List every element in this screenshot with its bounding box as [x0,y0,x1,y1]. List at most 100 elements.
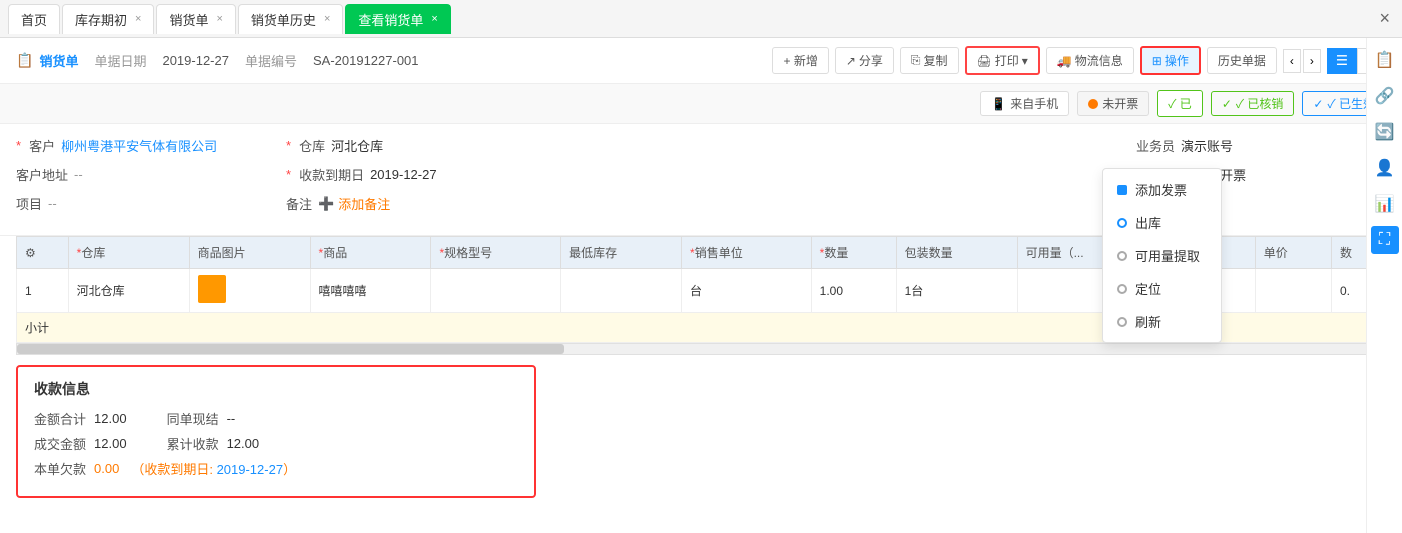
verified-badge: ✓ ✓ 已核销 [1211,91,1295,116]
effective-check: ✓ [1313,97,1323,111]
locate-label: 定位 [1135,279,1161,298]
cell-min-stock [561,269,682,313]
share-button[interactable]: ↗ 分享 [835,47,894,74]
cell-no: 1 [17,269,69,313]
phone-button[interactable]: 📱 来自手机 [980,91,1069,116]
customer-label: 客户 [29,136,55,155]
staff-value: 演示账号 [1181,136,1233,155]
tab-history[interactable]: 销货单历史 × [238,4,343,34]
right-sidebar: 📋 🔗 🔄 👤 📊 ⛶ [1366,38,1402,533]
customer-value[interactable]: 柳州粤港平安气体有限公司 [61,136,217,155]
invoice-label: 未开票 [1102,95,1138,112]
menu-refresh[interactable]: 刷新 [1103,305,1221,338]
addr-value: -- [74,167,83,182]
check-icon: ✓ [1222,97,1232,111]
tab-sales-close[interactable]: × [216,13,222,25]
tab-view-close[interactable]: × [431,13,437,25]
same-order-label: 同单现结 [167,409,219,428]
sidebar-doc-icon[interactable]: 📋 [1371,46,1399,74]
subtotal-label: 小计 [25,321,49,335]
add-note-button[interactable]: ➕ 添加备注 [318,194,390,213]
tab-inventory-close[interactable]: × [135,13,141,25]
new-button[interactable]: + 新增 [772,47,828,74]
menu-add-invoice[interactable]: 添加发票 [1103,173,1221,206]
sidebar-expand-icon[interactable]: ⛶ [1371,226,1399,254]
owed-label: 本单欠款 [34,459,86,478]
tab-home[interactable]: 首页 [8,4,60,34]
tab-inventory-label: 库存期初 [75,10,127,29]
sidebar-refresh-icon[interactable]: 🔄 [1371,118,1399,146]
main-content: 📋 销货单 单据日期 2019-12-27 单据编号 SA-20191227-0… [0,38,1402,533]
menu-outbound[interactable]: 出库 [1103,206,1221,239]
logistics-button[interactable]: 🚚 物流信息 [1046,47,1134,74]
tab-inventory[interactable]: 库存期初 × [62,4,154,34]
doc-meta: 单据日期 2019-12-27 单据编号 SA-20191227-001 [94,51,418,70]
col-img: 商品图片 [189,237,310,269]
addr-field: 客户地址 -- [16,165,266,184]
warehouse-label: 仓库 [299,136,325,155]
history-label: 历史单据 [1218,52,1266,69]
check-icon-btn[interactable]: ✓ 已 [1157,90,1203,117]
same-order-field: 同单现结 -- [167,409,236,428]
scroll-thumb[interactable] [17,344,564,354]
operation-label: 操作 [1165,52,1189,69]
tab-history-label: 销货单历史 [251,10,316,29]
window-close-button[interactable]: × [1375,4,1394,33]
payment-row-2: 成交金额 12.00 累计收款 12.00 [34,434,518,453]
list-view-button[interactable]: ☰ [1327,48,1357,74]
table-scrollbar[interactable] [16,343,1386,355]
locate-icon [1117,284,1127,294]
note-label: 备注 [286,194,312,213]
cell-warehouse: 河北仓库 [68,269,189,313]
cell-product: 嘻嘻嘻嘻 [310,269,431,313]
staff-label: 业务员 [1136,136,1175,155]
tab-view-label: 查看销货单 [358,10,423,29]
available-icon [1117,251,1127,261]
status-bar: 📱 来自手机 未开票 ✓ 已 ✓ ✓ 已核销 ✓ ✓ 已生效 [0,84,1402,124]
invoice-button[interactable]: 未开票 [1077,91,1149,116]
menu-available[interactable]: 可用量提取 [1103,239,1221,272]
verified-label: ✓ 已核销 [1236,95,1284,112]
tab-sales[interactable]: 销货单 × [156,4,235,34]
col-pack: 包装数量 [896,237,1017,269]
doc-header: 📋 销货单 单据日期 2019-12-27 单据编号 SA-20191227-0… [0,38,1402,84]
payment-row-1: 金额合计 12.00 同单现结 -- [34,409,518,428]
sidebar-user-icon[interactable]: 👤 [1371,154,1399,182]
refresh-icon [1117,317,1127,327]
sidebar-link-icon[interactable]: 🔗 [1371,82,1399,110]
history-button[interactable]: 历史单据 [1207,47,1277,74]
product-image [198,275,226,303]
operation-icon: ⊞ [1152,54,1162,68]
cumulative-label: 累计收款 [167,434,219,453]
outbound-label: 出库 [1135,213,1161,232]
dropdown-menu: 添加发票 出库 可用量提取 定位 刷新 [1102,168,1222,343]
doc-actions: + 新增 ↗ 分享 ⎘ 复制 🖨 打印 ▾ 🚚 物流信息 ⊞ 操作 [772,46,1386,75]
cumulative-field: 累计收款 12.00 [167,434,260,453]
prev-button[interactable]: ‹ [1283,49,1301,73]
col-min-stock: 最低库存 [561,237,682,269]
add-note-icon: ➕ [318,196,334,212]
cumulative-value: 12.00 [227,436,260,451]
deal-field: 成交金额 12.00 [34,434,127,453]
col-spec: *规格型号 [431,237,561,269]
note-field: 备注 ➕ 添加备注 [286,194,536,213]
due-label: 收款到期日 [299,165,364,184]
tab-bar: 首页 库存期初 × 销货单 × 销货单历史 × 查看销货单 × × [0,0,1402,38]
total-label: 金额合计 [34,409,86,428]
total-field: 金额合计 12.00 [34,409,127,428]
warehouse-required: * [286,138,291,153]
print-button[interactable]: 🖨 打印 ▾ [965,46,1040,75]
total-value: 12.00 [94,411,127,426]
col-warehouse: *仓库 [68,237,189,269]
copy-button[interactable]: ⎘ 复制 [900,47,959,74]
operation-button[interactable]: ⊞ 操作 [1140,46,1201,75]
settings-icon[interactable]: ⚙ [25,246,36,260]
invoice-status-dot [1088,99,1098,109]
sidebar-chart-icon[interactable]: 📊 [1371,190,1399,218]
next-button[interactable]: › [1303,49,1321,73]
col-qty: *数量 [811,237,896,269]
tab-view[interactable]: 查看销货单 × [345,4,450,34]
tab-history-close[interactable]: × [324,13,330,25]
due-value: 2019-12-27 [370,167,437,182]
menu-locate[interactable]: 定位 [1103,272,1221,305]
